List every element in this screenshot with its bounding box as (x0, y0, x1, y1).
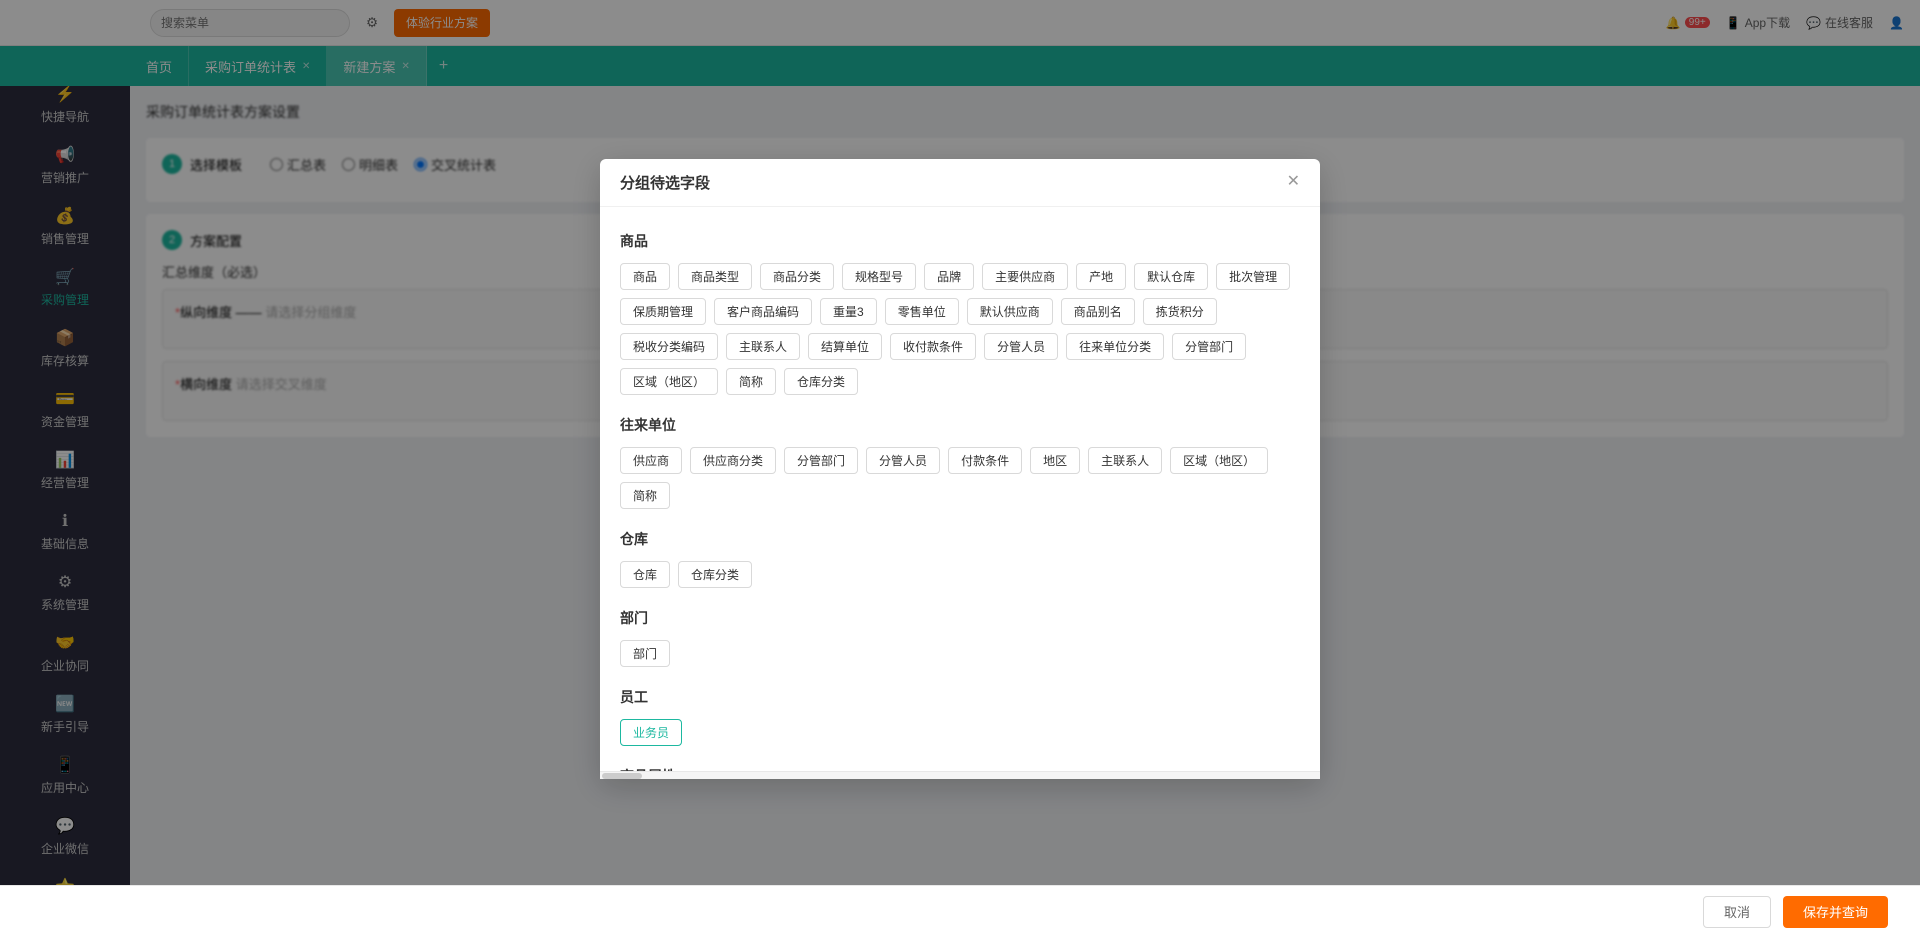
field-tag[interactable]: 分管人员 (866, 447, 940, 474)
field-tag[interactable]: 仓库分类 (784, 368, 858, 395)
field-tag[interactable]: 分管部门 (1172, 333, 1246, 360)
field-tag[interactable]: 分管部门 (784, 447, 858, 474)
field-tag[interactable]: 简称 (726, 368, 776, 395)
field-tag[interactable]: 地区 (1030, 447, 1080, 474)
field-tag[interactable]: 品牌 (924, 263, 974, 290)
field-tag[interactable]: 商品分类 (760, 263, 834, 290)
footer-buttons: 取消 保存并查询 (0, 885, 1920, 937)
modal-close-button[interactable]: ✕ (1287, 174, 1300, 190)
field-tag[interactable]: 主要供应商 (982, 263, 1068, 290)
cancel-button[interactable]: 取消 (1703, 896, 1771, 928)
field-tag[interactable]: 业务员 (620, 719, 682, 746)
field-tag[interactable]: 客户商品编码 (714, 298, 812, 325)
field-tag[interactable]: 简称 (620, 482, 670, 509)
field-tags-商品: 商品商品类型商品分类规格型号品牌主要供应商产地默认仓库批次管理保质期管理客户商品… (620, 263, 1300, 395)
field-tag[interactable]: 区域（地区） (1170, 447, 1268, 474)
field-tags-部门: 部门 (620, 640, 1300, 667)
field-tag[interactable]: 往来单位分类 (1066, 333, 1164, 360)
field-tag[interactable]: 拣货积分 (1143, 298, 1217, 325)
field-tag[interactable]: 付款条件 (948, 447, 1022, 474)
field-tag[interactable]: 产地 (1076, 263, 1126, 290)
field-tag[interactable]: 零售单位 (885, 298, 959, 325)
field-tag[interactable]: 结算单位 (808, 333, 882, 360)
field-select-modal: 分组待选字段 ✕ 商品商品商品类型商品分类规格型号品牌主要供应商产地默认仓库批次… (600, 159, 1320, 779)
section-title-商品: 商品 (620, 231, 1300, 251)
field-tag[interactable]: 部门 (620, 640, 670, 667)
field-tag[interactable]: 商品类型 (678, 263, 752, 290)
field-tag[interactable]: 商品 (620, 263, 670, 290)
field-tag[interactable]: 仓库 (620, 561, 670, 588)
modal-horizontal-scrollbar[interactable] (600, 771, 1320, 779)
modal-overlay: 分组待选字段 ✕ 商品商品商品类型商品分类规格型号品牌主要供应商产地默认仓库批次… (0, 0, 1920, 937)
field-tag[interactable]: 重量3 (820, 298, 877, 325)
field-tag[interactable]: 主联系人 (726, 333, 800, 360)
section-title-仓库: 仓库 (620, 529, 1300, 549)
field-tag[interactable]: 默认仓库 (1134, 263, 1208, 290)
field-tag[interactable]: 默认供应商 (967, 298, 1053, 325)
field-tag[interactable]: 商品别名 (1061, 298, 1135, 325)
field-tag[interactable]: 区域（地区） (620, 368, 718, 395)
modal-body[interactable]: 商品商品商品类型商品分类规格型号品牌主要供应商产地默认仓库批次管理保质期管理客户… (600, 207, 1320, 771)
field-tag[interactable]: 收付款条件 (890, 333, 976, 360)
scrollbar-thumb (602, 773, 642, 779)
section-title-部门: 部门 (620, 608, 1300, 628)
field-tag[interactable]: 供应商 (620, 447, 682, 474)
field-tags-员工: 业务员 (620, 719, 1300, 746)
field-tag[interactable]: 分管人员 (984, 333, 1058, 360)
field-tags-往来单位: 供应商供应商分类分管部门分管人员付款条件地区主联系人区域（地区） 简称 (620, 447, 1300, 509)
section-title-往来单位: 往来单位 (620, 415, 1300, 435)
save-query-button[interactable]: 保存并查询 (1783, 896, 1888, 928)
field-tag[interactable]: 保质期管理 (620, 298, 706, 325)
field-tag[interactable]: 供应商分类 (690, 447, 776, 474)
field-tag[interactable]: 税收分类编码 (620, 333, 718, 360)
field-tag[interactable]: 主联系人 (1088, 447, 1162, 474)
modal-title: 分组待选字段 (620, 172, 710, 193)
field-tag[interactable]: 规格型号 (842, 263, 916, 290)
field-tags-仓库: 仓库仓库分类 (620, 561, 1300, 588)
section-title-员工: 员工 (620, 687, 1300, 707)
field-tag[interactable]: 批次管理 (1216, 263, 1290, 290)
field-tag[interactable]: 仓库分类 (678, 561, 752, 588)
modal-header: 分组待选字段 ✕ (600, 159, 1320, 207)
